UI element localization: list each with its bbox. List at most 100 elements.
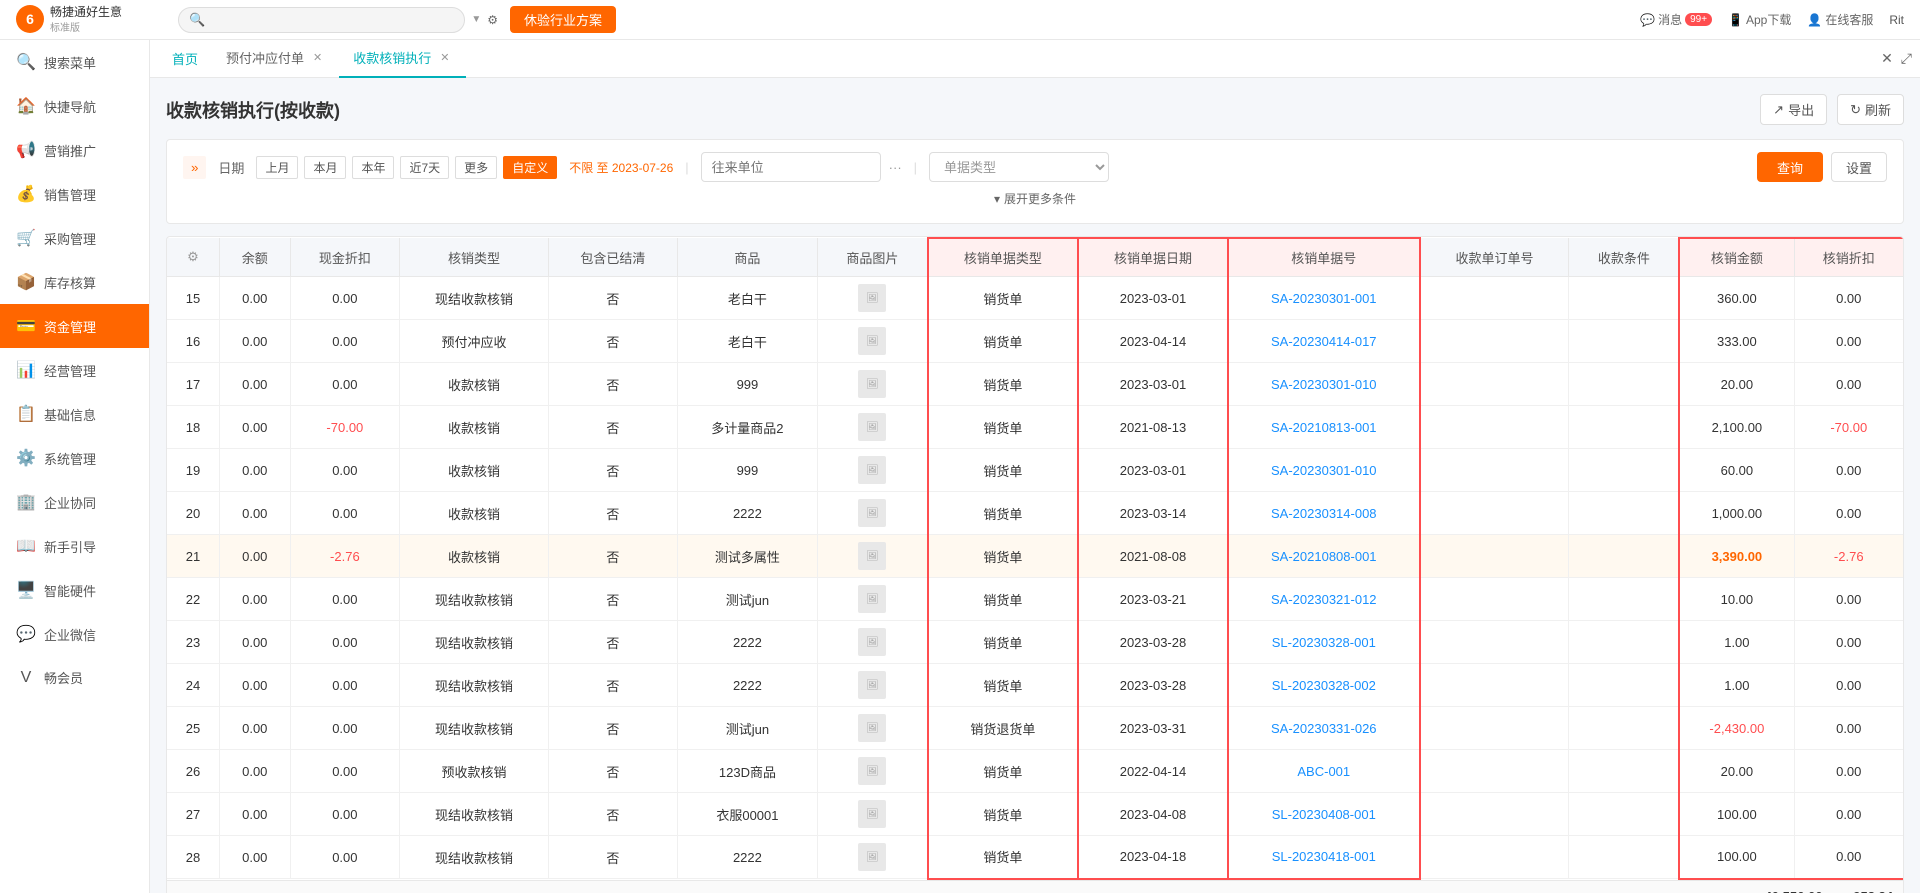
tab-close-all-btn[interactable]: ✕ <box>1881 50 1893 67</box>
td-receipt-condition <box>1569 707 1679 750</box>
doc-type-select[interactable]: 单据类型 <box>929 152 1109 182</box>
td-include-settled: 否 <box>548 707 677 750</box>
online-service-btn[interactable]: 👤 在线客服 <box>1807 11 1873 28</box>
td-include-settled: 否 <box>548 277 677 320</box>
this-year-btn[interactable]: 本年 <box>352 156 394 179</box>
this-month-btn[interactable]: 本月 <box>304 156 346 179</box>
td-doc-no[interactable]: SA-20230414-017 <box>1228 320 1419 363</box>
th-settings[interactable]: ⚙ <box>167 238 219 277</box>
td-include-settled: 否 <box>548 621 677 664</box>
message-badge: 99+ <box>1685 13 1712 26</box>
sidebar-item-purchase[interactable]: 🛒 采购管理 <box>0 216 149 260</box>
sidebar-item-hardware[interactable]: 🖥️ 智能硬件 <box>0 568 149 612</box>
td-include-settled: 否 <box>548 449 677 492</box>
date-range-display: 不限 至 2023-07-26 <box>569 159 673 176</box>
td-receipt-condition <box>1569 363 1679 406</box>
td-goods: 老白干 <box>677 320 817 363</box>
sidebar-item-wechat[interactable]: 💬 企业微信 <box>0 612 149 656</box>
td-writeoff-amount: 1,000.00 <box>1679 492 1794 535</box>
td-writeoff-amount: -2,430.00 <box>1679 707 1794 750</box>
tab-prepay-close[interactable]: ✕ <box>310 50 325 65</box>
tab-maximize-btn[interactable]: ⤢ <box>1901 50 1912 67</box>
sidebar-item-system[interactable]: ⚙️ 系统管理 <box>0 436 149 480</box>
filter-settings-btn[interactable]: 设置 <box>1831 152 1887 182</box>
tab-receipt-label: 收款核销执行 <box>353 48 431 67</box>
td-writeoff-type: 现结收款核销 <box>400 621 549 664</box>
sidebar-item-shortcut[interactable]: 🏠 快捷导航 <box>0 84 149 128</box>
td-balance: 0.00 <box>219 750 290 793</box>
custom-btn[interactable]: 自定义 <box>503 156 557 179</box>
table-container: ⚙ 余额 现金折扣 核销类型 包含已结清 商品 商品图片 核销单据类型 核销单据… <box>166 236 1904 893</box>
settings-gear-icon[interactable]: ⚙ <box>487 13 498 27</box>
td-receipt-order-no <box>1420 363 1569 406</box>
sidebar-item-finance[interactable]: 💳 资金管理 <box>0 304 149 348</box>
sidebar-item-operations[interactable]: 📊 经营管理 <box>0 348 149 392</box>
user-area[interactable]: Rit <box>1889 13 1904 27</box>
top-bar: 6 畅捷通好生意 标准版 🔍 ▼ ⚙ 休验行业方案 💬 消息 99+ 📱 App… <box>0 0 1920 40</box>
tab-receipt[interactable]: 收款核销执行 ✕ <box>339 40 466 78</box>
refresh-btn[interactable]: ↻ 刷新 <box>1837 94 1904 125</box>
tab-receipt-close[interactable]: ✕ <box>437 50 452 65</box>
td-doc-no[interactable]: SA-20230321-012 <box>1228 578 1419 621</box>
export-btn[interactable]: ↗ 导出 <box>1760 94 1827 125</box>
td-writeoff-type: 现结收款核销 <box>400 707 549 750</box>
tab-bar: 首页 预付冲应付单 ✕ 收款核销执行 ✕ ✕ ⤢ <box>150 40 1920 78</box>
tab-prepay[interactable]: 预付冲应付单 ✕ <box>212 40 339 78</box>
td-seq: 15 <box>167 277 219 320</box>
td-writeoff-amount: 20.00 <box>1679 363 1794 406</box>
sidebar-item-enterprise[interactable]: 🏢 企业协同 <box>0 480 149 524</box>
chevron-down-icon: ▾ <box>994 192 1000 206</box>
td-writeoff-discount: 0.00 <box>1794 449 1903 492</box>
td-writeoff-amount: 1.00 <box>1679 621 1794 664</box>
td-doc-no[interactable]: SA-20210808-001 <box>1228 535 1419 578</box>
td-goods-image: 🖼 <box>817 277 927 320</box>
td-doc-date: 2023-04-18 <box>1078 836 1228 879</box>
td-writeoff-amount: 1.00 <box>1679 664 1794 707</box>
filter-expand-btn[interactable]: » <box>183 156 206 179</box>
sidebar-label-hardware: 智能硬件 <box>44 581 96 600</box>
sidebar-item-basic[interactable]: 📋 基础信息 <box>0 392 149 436</box>
th-cash-discount: 现金折扣 <box>290 238 400 277</box>
td-doc-no[interactable]: SL-20230328-002 <box>1228 664 1419 707</box>
sidebar-item-member[interactable]: V 畅会员 <box>0 656 149 699</box>
td-doc-no[interactable]: SL-20230418-001 <box>1228 836 1419 879</box>
more-btn[interactable]: 更多 <box>455 156 497 179</box>
td-seq: 19 <box>167 449 219 492</box>
td-cash-discount: 0.00 <box>290 320 400 363</box>
td-include-settled: 否 <box>548 793 677 836</box>
tab-home[interactable]: 首页 <box>158 40 212 78</box>
td-writeoff-amount: 360.00 <box>1679 277 1794 320</box>
td-doc-type: 销货单 <box>928 836 1078 879</box>
td-doc-no[interactable]: SA-20230314-008 <box>1228 492 1419 535</box>
sidebar-item-marketing[interactable]: 📢 营销推广 <box>0 128 149 172</box>
sidebar-item-guide[interactable]: 📖 新手引导 <box>0 524 149 568</box>
td-doc-no[interactable]: SL-20230328-001 <box>1228 621 1419 664</box>
query-btn[interactable]: 查询 <box>1757 152 1823 182</box>
member-icon: V <box>16 669 36 687</box>
sidebar-item-inventory[interactable]: 📦 库存核算 <box>0 260 149 304</box>
message-btn[interactable]: 💬 消息 99+ <box>1640 11 1712 28</box>
sidebar-item-search[interactable]: 🔍 搜索菜单 <box>0 40 149 84</box>
query-actions: 查询 设置 <box>1757 152 1887 182</box>
td-doc-no[interactable]: SA-20230331-026 <box>1228 707 1419 750</box>
td-balance: 0.00 <box>219 363 290 406</box>
last-month-btn[interactable]: 上月 <box>256 156 298 179</box>
td-doc-no[interactable]: ABC-001 <box>1228 750 1419 793</box>
counterpart-input[interactable] <box>701 152 881 182</box>
th-goods: 商品 <box>677 238 817 277</box>
expand-more-btn[interactable]: ▾ 展开更多条件 <box>994 190 1076 207</box>
table-footer: 40,556,66... 952.24 <box>167 880 1903 893</box>
th-doc-no: 核销单据号 <box>1228 238 1419 277</box>
sidebar-item-sales[interactable]: 💰 销售管理 <box>0 172 149 216</box>
th-writeoff-discount: 核销折扣 <box>1794 238 1903 277</box>
td-doc-no[interactable]: SA-20230301-001 <box>1228 277 1419 320</box>
td-cash-discount: 0.00 <box>290 793 400 836</box>
td-doc-no[interactable]: SA-20210813-001 <box>1228 406 1419 449</box>
solution-btn[interactable]: 休验行业方案 <box>510 6 616 33</box>
td-doc-no[interactable]: SA-20230301-010 <box>1228 449 1419 492</box>
td-doc-no[interactable]: SL-20230408-001 <box>1228 793 1419 836</box>
chevron-down-icon[interactable]: ▼ <box>471 14 481 25</box>
td-doc-no[interactable]: SA-20230301-010 <box>1228 363 1419 406</box>
last7-btn[interactable]: 近7天 <box>400 156 449 179</box>
app-download-btn[interactable]: 📱 App下载 <box>1728 11 1791 28</box>
